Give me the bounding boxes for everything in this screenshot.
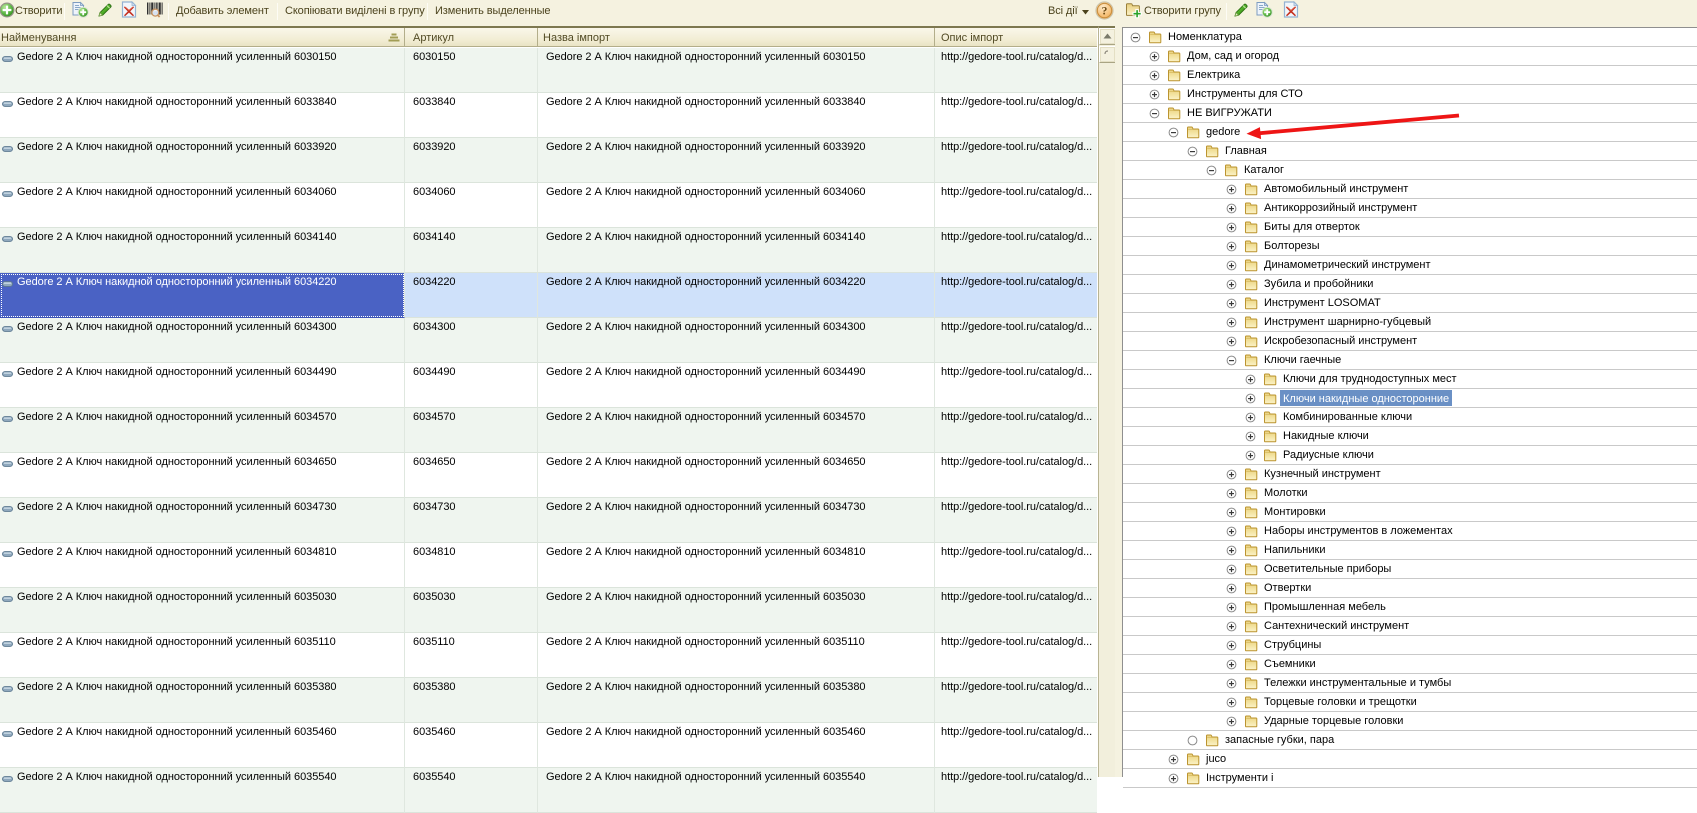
svg-text:?: ? xyxy=(1102,5,1108,17)
